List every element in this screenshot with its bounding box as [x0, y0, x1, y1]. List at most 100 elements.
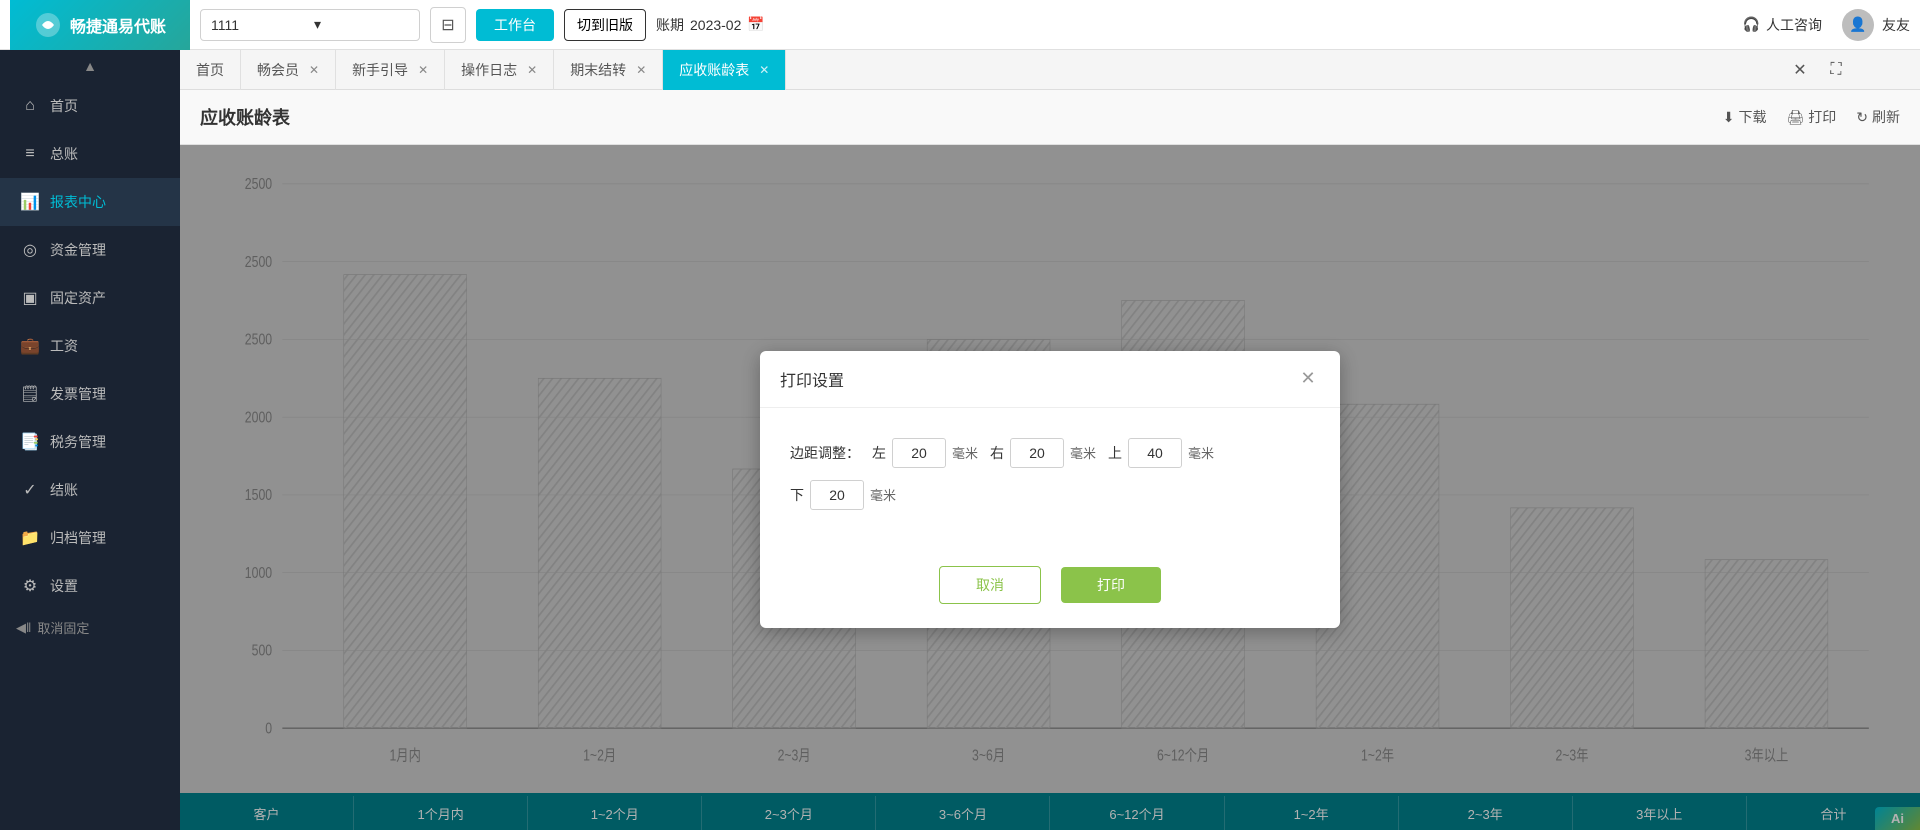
- settings-icon: ⚙: [20, 576, 40, 596]
- tab-period-end-close[interactable]: ✕: [636, 63, 646, 77]
- refresh-icon: ↻: [1856, 109, 1868, 126]
- logo: 畅捷通易代账: [10, 0, 190, 50]
- margin-right-input[interactable]: [1010, 438, 1064, 468]
- margin-row: 边距调整： 左 毫米 右 毫米: [790, 438, 1310, 510]
- sidebar-item-funds[interactable]: ◎ 资金管理: [0, 226, 180, 274]
- refresh-button[interactable]: ↻ 刷新: [1856, 107, 1900, 127]
- margin-label: 边距调整：: [790, 443, 860, 463]
- sidebar-item-settings[interactable]: ⚙ 设置: [0, 562, 180, 610]
- tab-ar-aging-label: 应收账龄表: [679, 60, 749, 80]
- sidebar-item-fixed-assets[interactable]: ▣ 固定资产: [0, 274, 180, 322]
- cancel-fixed-label: 取消固定: [37, 618, 89, 637]
- calendar-icon[interactable]: 📅: [747, 16, 764, 33]
- tabs-actions: ✕ ⛶: [1786, 56, 1860, 84]
- copy-icon: ⊟: [441, 15, 454, 35]
- tab-operation-log-close[interactable]: ✕: [527, 63, 537, 77]
- ledger-icon: ≡: [20, 144, 40, 164]
- download-icon: ⬇: [1723, 109, 1735, 126]
- print-button[interactable]: 🖨 打印: [1786, 107, 1836, 127]
- period-value: 2023-02: [690, 17, 741, 33]
- header-right: 🎧 人工咨询 👤 友友: [1743, 9, 1910, 41]
- close-tab-button[interactable]: ✕: [1786, 56, 1814, 84]
- tab-home[interactable]: 首页: [180, 50, 241, 90]
- maximize-tab-button[interactable]: ⛶: [1822, 56, 1850, 84]
- switch-version-button[interactable]: 切到旧版: [564, 9, 646, 41]
- copy-icon-btn[interactable]: ⊟: [430, 7, 466, 43]
- sidebar: ▲ ⌂ 首页 ≡ 总账 📊 报表中心 ◎ 资金管理 ▣ 固定资产 💼 工资 🗒 …: [0, 50, 180, 830]
- avatar: 👤: [1842, 9, 1874, 41]
- sidebar-item-tax[interactable]: 📑 税务管理: [0, 418, 180, 466]
- cancel-button[interactable]: 取消: [939, 566, 1041, 604]
- print-settings-dialog: 打印设置 ✕ 边距调整： 左 毫米: [760, 351, 1340, 628]
- print-icon: 🖨: [1786, 109, 1804, 126]
- margin-bottom-label: 下: [790, 485, 804, 505]
- tab-guide-label: 新手引导: [352, 60, 408, 80]
- tab-home-label: 首页: [196, 60, 224, 80]
- modal-header: 打印设置 ✕: [760, 351, 1340, 408]
- sidebar-item-home[interactable]: ⌂ 首页: [0, 82, 180, 130]
- sidebar-item-salary-label: 工资: [50, 336, 78, 356]
- tab-ar-aging[interactable]: 应收账龄表 ✕: [663, 50, 786, 90]
- page-title: 应收账龄表: [200, 104, 290, 130]
- tab-member[interactable]: 畅会员 ✕: [241, 50, 336, 90]
- page-content: 应收账龄表 ⬇ 下载 🖨 打印 ↻ 刷新: [180, 90, 1920, 830]
- username: 友友: [1882, 15, 1910, 35]
- period-area: 账期 2023-02 📅: [656, 15, 765, 35]
- sidebar-item-ledger-label: 总账: [50, 144, 78, 164]
- reports-icon: 📊: [20, 192, 40, 212]
- support-button[interactable]: 🎧 人工咨询: [1743, 15, 1822, 35]
- margin-bottom-input[interactable]: [810, 480, 864, 510]
- page-header: 应收账龄表 ⬇ 下载 🖨 打印 ↻ 刷新: [180, 90, 1920, 145]
- tab-period-end-label: 期末结转: [570, 60, 626, 80]
- margin-bottom-group: 下 毫米: [790, 480, 896, 510]
- app-name: 畅捷通易代账: [70, 13, 166, 37]
- company-name: 1111: [211, 17, 306, 33]
- sidebar-item-funds-label: 资金管理: [50, 240, 106, 260]
- margin-left-unit: 毫米: [952, 443, 978, 462]
- download-label: 下载: [1738, 107, 1766, 127]
- cancel-fixed-button[interactable]: ◀‖ 取消固定: [0, 610, 180, 645]
- modal-close-button[interactable]: ✕: [1296, 367, 1320, 391]
- margin-left-input[interactable]: [892, 438, 946, 468]
- margin-right-group: 右 毫米: [990, 438, 1096, 468]
- content-area: 首页 畅会员 ✕ 新手引导 ✕ 操作日志 ✕ 期末结转 ✕ 应收账龄表 ✕: [180, 50, 1920, 830]
- chevron-down-icon: ▾: [314, 16, 409, 33]
- main-layout: ▲ ⌂ 首页 ≡ 总账 📊 报表中心 ◎ 资金管理 ▣ 固定资产 💼 工资 🗒 …: [0, 50, 1920, 830]
- company-select[interactable]: 1111 ▾: [200, 9, 420, 41]
- modal-footer: 取消 打印: [760, 550, 1340, 628]
- salary-icon: 💼: [20, 336, 40, 356]
- workspace-button[interactable]: 工作台: [476, 9, 554, 41]
- sidebar-item-invoice[interactable]: 🗒 发票管理: [0, 370, 180, 418]
- scroll-up-button[interactable]: ▲: [0, 50, 180, 82]
- sidebar-item-archive[interactable]: 📁 归档管理: [0, 514, 180, 562]
- margin-left-label: 左: [872, 443, 886, 463]
- tab-period-end[interactable]: 期末结转 ✕: [554, 50, 663, 90]
- refresh-label: 刷新: [1872, 107, 1900, 127]
- invoice-icon: 🗒: [20, 384, 40, 404]
- modal-body: 边距调整： 左 毫米 右 毫米: [760, 408, 1340, 550]
- margin-top-label: 上: [1108, 443, 1122, 463]
- modal-title: 打印设置: [780, 367, 844, 391]
- sidebar-item-salary[interactable]: 💼 工资: [0, 322, 180, 370]
- tab-guide[interactable]: 新手引导 ✕: [336, 50, 445, 90]
- period-label: 账期: [656, 15, 684, 35]
- download-button[interactable]: ⬇ 下载: [1723, 107, 1767, 127]
- sidebar-item-ledger[interactable]: ≡ 总账: [0, 130, 180, 178]
- page-actions: ⬇ 下载 🖨 打印 ↻ 刷新: [1723, 107, 1900, 127]
- sidebar-item-reports[interactable]: 📊 报表中心: [0, 178, 180, 226]
- sidebar-item-checkout[interactable]: ✓ 结账: [0, 466, 180, 514]
- chart-and-table: 2500 2500 2500 2000 1500 1000 500 0: [180, 145, 1920, 830]
- tab-member-close[interactable]: ✕: [309, 63, 319, 77]
- sidebar-item-home-label: 首页: [50, 96, 78, 116]
- fixed-assets-icon: ▣: [20, 288, 40, 308]
- sidebar-item-archive-label: 归档管理: [50, 528, 106, 548]
- checkout-icon: ✓: [20, 480, 40, 500]
- margin-top-input[interactable]: [1128, 438, 1182, 468]
- home-icon: ⌂: [20, 96, 40, 116]
- tab-guide-close[interactable]: ✕: [418, 63, 428, 77]
- tab-ar-aging-close[interactable]: ✕: [759, 63, 769, 77]
- tabs-bar: 首页 畅会员 ✕ 新手引导 ✕ 操作日志 ✕ 期末结转 ✕ 应收账龄表 ✕: [180, 50, 1920, 90]
- print-confirm-button[interactable]: 打印: [1061, 567, 1161, 603]
- user-area[interactable]: 👤 友友: [1842, 9, 1910, 41]
- tab-operation-log[interactable]: 操作日志 ✕: [445, 50, 554, 90]
